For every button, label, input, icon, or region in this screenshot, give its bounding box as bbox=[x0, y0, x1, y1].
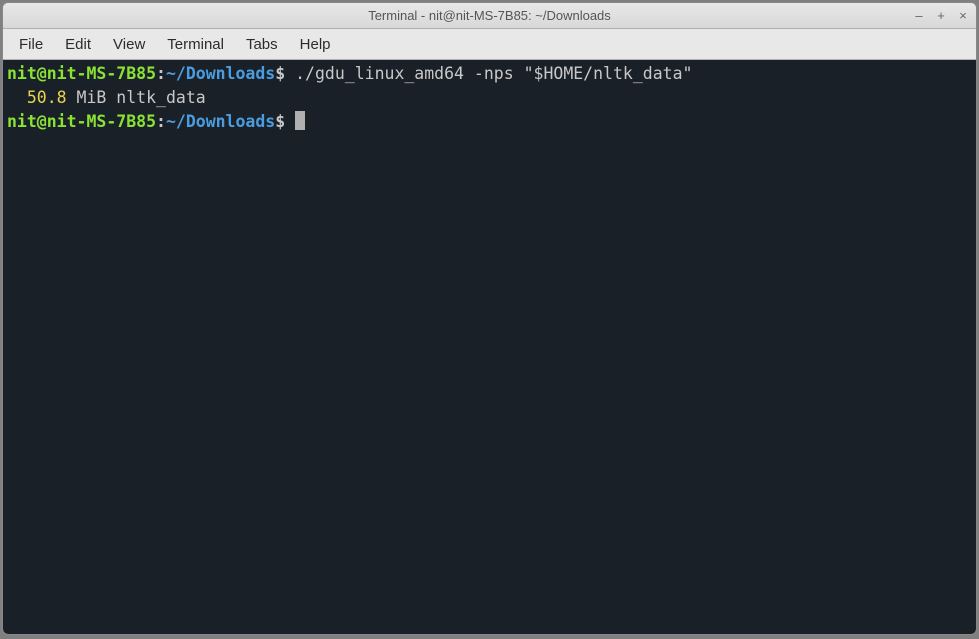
cursor-icon bbox=[295, 111, 305, 130]
terminal-content[interactable]: nit@nit-MS-7B85:~/Downloads$ ./gdu_linux… bbox=[3, 60, 976, 634]
command-text: ./gdu_linux_amd64 -nps "$HOME/nltk_data" bbox=[285, 64, 692, 83]
menu-file[interactable]: File bbox=[9, 32, 53, 57]
close-button[interactable]: × bbox=[956, 9, 970, 23]
prompt-dollar: $ bbox=[275, 112, 285, 131]
menu-terminal[interactable]: Terminal bbox=[157, 32, 234, 57]
command-text bbox=[285, 112, 295, 131]
terminal-line-2: 50.8 MiB nltk_data bbox=[7, 86, 972, 110]
terminal-line-1: nit@nit-MS-7B85:~/Downloads$ ./gdu_linux… bbox=[7, 62, 972, 86]
titlebar: Terminal - nit@nit-MS-7B85: ~/Downloads … bbox=[3, 3, 976, 29]
output-size: 50.8 bbox=[7, 88, 67, 107]
window-title: Terminal - nit@nit-MS-7B85: ~/Downloads bbox=[368, 8, 611, 23]
menu-view[interactable]: View bbox=[103, 32, 155, 57]
prompt-dollar: $ bbox=[275, 64, 285, 83]
menu-edit[interactable]: Edit bbox=[55, 32, 101, 57]
menubar: File Edit View Terminal Tabs Help bbox=[3, 29, 976, 60]
output-text: MiB nltk_data bbox=[67, 88, 206, 107]
terminal-line-3: nit@nit-MS-7B85:~/Downloads$ bbox=[7, 110, 972, 134]
prompt-user: nit@nit-MS-7B85 bbox=[7, 64, 156, 83]
prompt-path: ~/Downloads bbox=[166, 64, 275, 83]
prompt-colon: : bbox=[156, 112, 166, 131]
prompt-path: ~/Downloads bbox=[166, 112, 275, 131]
prompt-colon: : bbox=[156, 64, 166, 83]
terminal-window: Terminal - nit@nit-MS-7B85: ~/Downloads … bbox=[2, 2, 977, 635]
window-controls: – + × bbox=[912, 9, 970, 23]
menu-help[interactable]: Help bbox=[290, 32, 341, 57]
prompt-user: nit@nit-MS-7B85 bbox=[7, 112, 156, 131]
menu-tabs[interactable]: Tabs bbox=[236, 32, 288, 57]
maximize-button[interactable]: + bbox=[934, 9, 948, 23]
minimize-button[interactable]: – bbox=[912, 9, 926, 23]
